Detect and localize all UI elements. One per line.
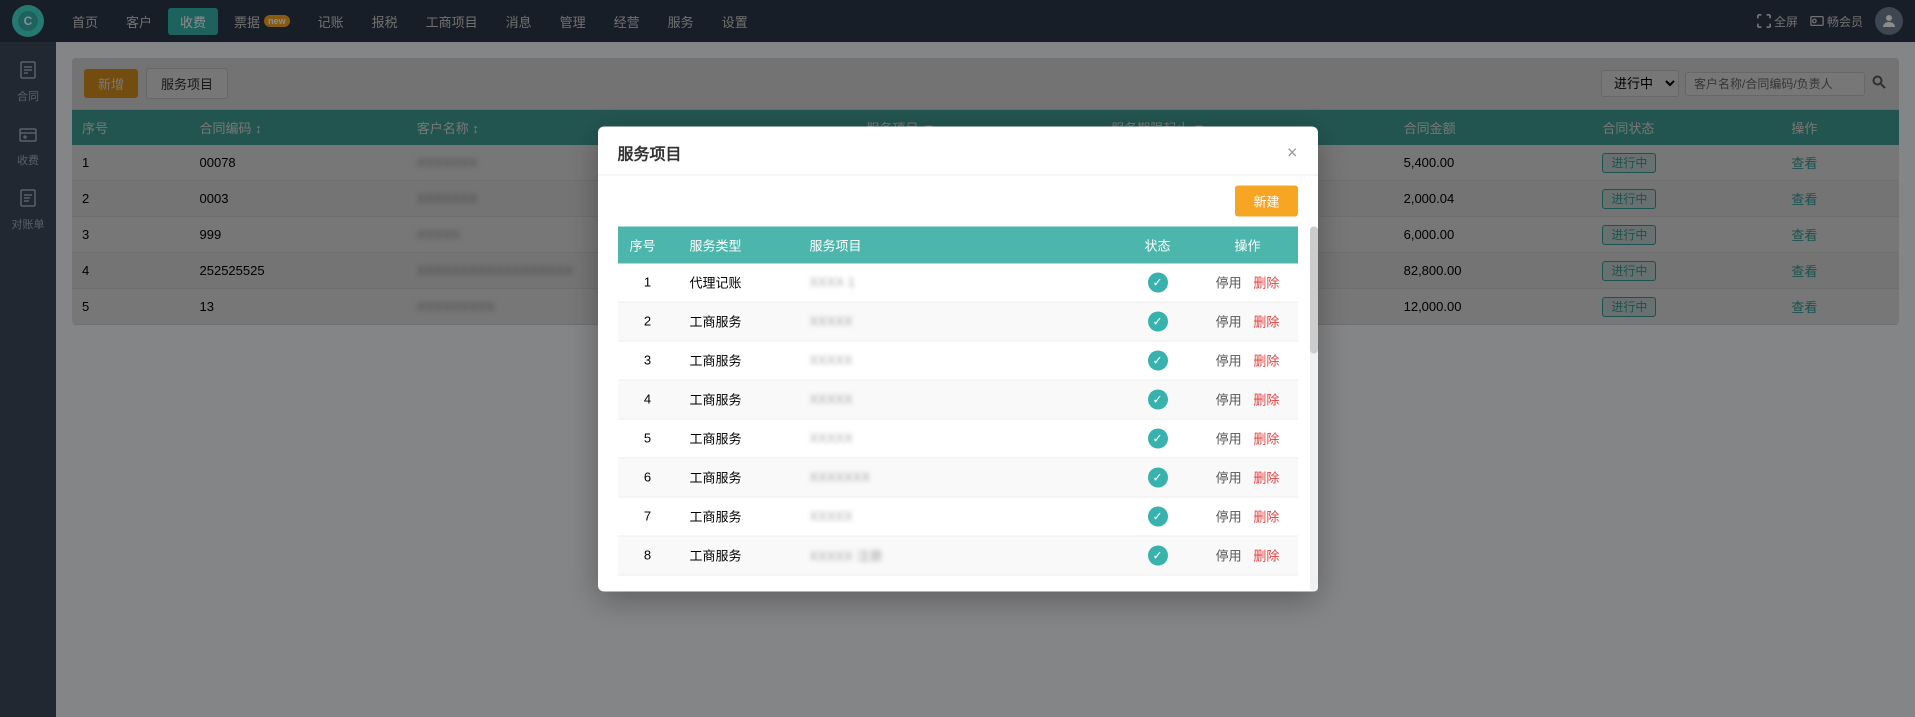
list-item: 8 工商服务 XXXXX 注册 ✓ 停用 删除 <box>618 536 1298 575</box>
modal-col-action: 操作 <box>1198 226 1298 263</box>
delete-button[interactable]: 删除 <box>1253 471 1279 486</box>
list-item: 6 工商服务 XXXXXXX ✓ 停用 删除 <box>618 458 1298 497</box>
stop-button[interactable]: 停用 <box>1216 432 1242 447</box>
status-check-icon: ✓ <box>1148 311 1168 331</box>
delete-button[interactable]: 删除 <box>1253 510 1279 525</box>
list-item: 2 工商服务 XXXXX ✓ 停用 删除 <box>618 302 1298 341</box>
service-items-table: 序号 服务类型 服务项目 状态 操作 1 代理记账 XXXX 1 ✓ 停用 删除… <box>618 226 1298 575</box>
list-item: 4 工商服务 XXXXX ✓ 停用 删除 <box>618 380 1298 419</box>
status-check-icon: ✓ <box>1148 545 1168 565</box>
modal-toolbar: 新建 <box>598 175 1318 226</box>
list-item: 3 工商服务 XXXXX ✓ 停用 删除 <box>618 341 1298 380</box>
new-service-button[interactable]: 新建 <box>1235 185 1297 216</box>
stop-button[interactable]: 停用 <box>1216 549 1242 564</box>
delete-button[interactable]: 删除 <box>1253 549 1279 564</box>
list-item: 5 工商服务 XXXXX ✓ 停用 删除 <box>618 419 1298 458</box>
modal-close-button[interactable]: × <box>1287 143 1298 161</box>
status-check-icon: ✓ <box>1148 428 1168 448</box>
delete-button[interactable]: 删除 <box>1253 315 1279 330</box>
service-items-modal: 服务项目 × 新建 序号 服务类型 服务项目 状态 操作 1 代理记账 XXXX… <box>598 126 1318 591</box>
status-check-icon: ✓ <box>1148 350 1168 370</box>
list-item: 1 代理记账 XXXX 1 ✓ 停用 删除 <box>618 263 1298 302</box>
modal-col-seq: 序号 <box>618 226 678 263</box>
delete-button[interactable]: 删除 <box>1253 354 1279 369</box>
delete-button[interactable]: 删除 <box>1253 432 1279 447</box>
modal-body: 序号 服务类型 服务项目 状态 操作 1 代理记账 XXXX 1 ✓ 停用 删除… <box>598 226 1318 591</box>
stop-button[interactable]: 停用 <box>1216 393 1242 408</box>
status-check-icon: ✓ <box>1148 272 1168 292</box>
list-item: 7 工商服务 XXXXX ✓ 停用 删除 <box>618 497 1298 536</box>
stop-button[interactable]: 停用 <box>1216 510 1242 525</box>
delete-button[interactable]: 删除 <box>1253 393 1279 408</box>
status-check-icon: ✓ <box>1148 467 1168 487</box>
modal-col-type: 服务类型 <box>678 226 798 263</box>
status-check-icon: ✓ <box>1148 389 1168 409</box>
modal-title: 服务项目 <box>618 140 682 164</box>
stop-button[interactable]: 停用 <box>1216 315 1242 330</box>
status-check-icon: ✓ <box>1148 506 1168 526</box>
modal-header: 服务项目 × <box>598 126 1318 175</box>
stop-button[interactable]: 停用 <box>1216 276 1242 291</box>
modal-col-item: 服务项目 <box>798 226 1118 263</box>
modal-col-status: 状态 <box>1118 226 1198 263</box>
stop-button[interactable]: 停用 <box>1216 354 1242 369</box>
stop-button[interactable]: 停用 <box>1216 471 1242 486</box>
delete-button[interactable]: 删除 <box>1253 276 1279 291</box>
